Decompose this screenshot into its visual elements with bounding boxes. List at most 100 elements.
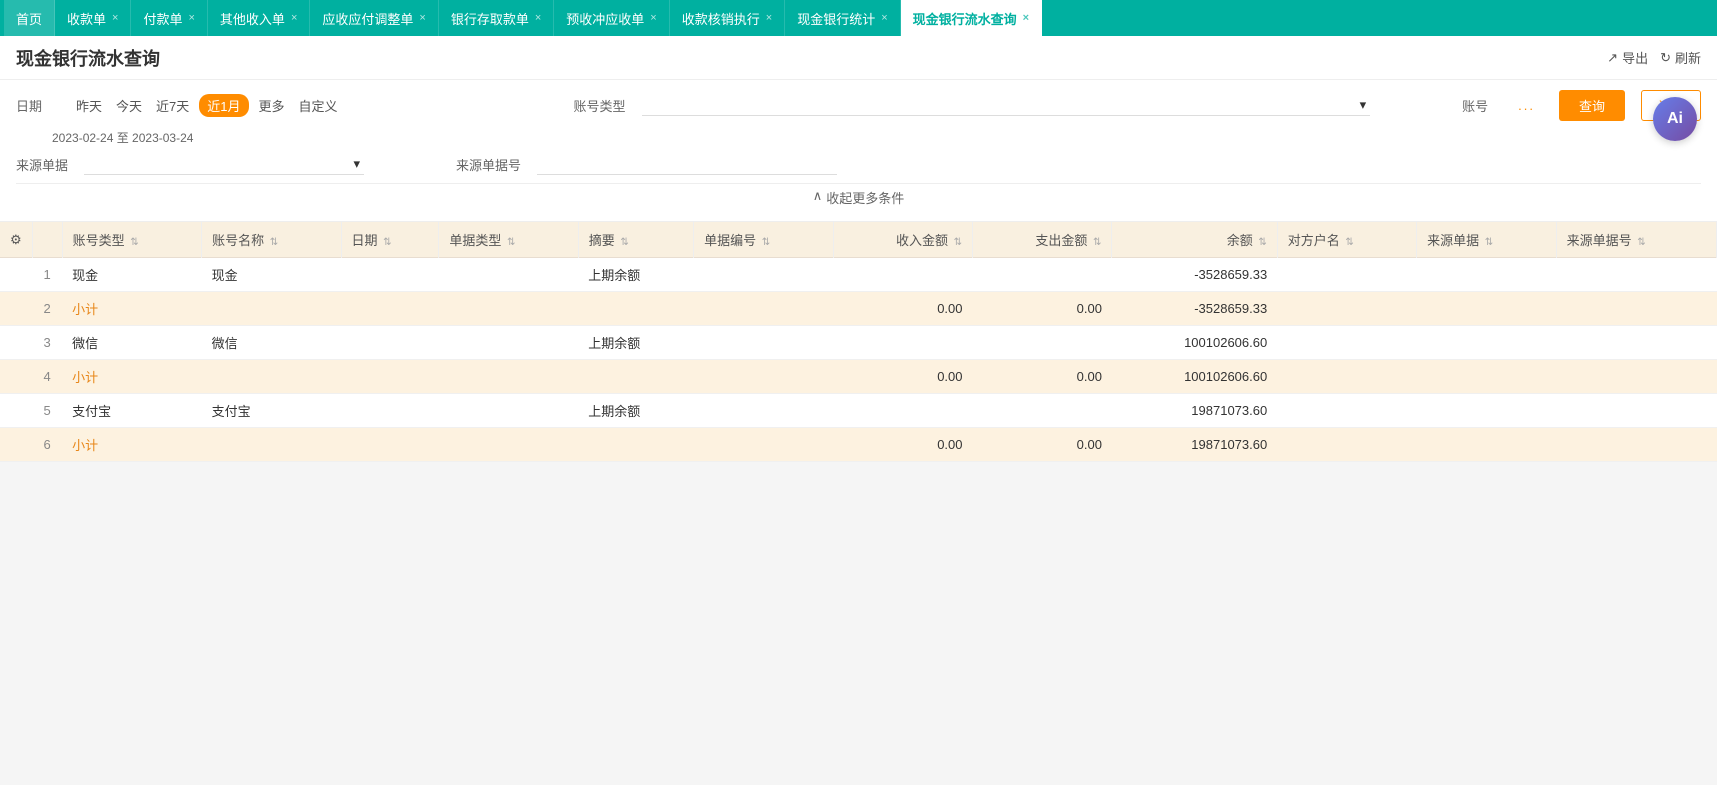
summary-header[interactable]: 摘要 ⇅ xyxy=(578,222,693,258)
date-btn-yesterday[interactable]: 昨天 xyxy=(72,94,106,117)
nav-tab-collection-exec-label: 收款核销执行 xyxy=(682,9,760,28)
nav-tab-cash-bank-flow[interactable]: 现金银行流水查询 × xyxy=(901,0,1042,36)
close-icon[interactable]: × xyxy=(650,12,656,24)
nav-tab-advance-offset-label: 预收冲应收单 xyxy=(566,9,644,28)
account-label: 账号 xyxy=(1462,96,1502,115)
nav-tab-payment-label: 付款单 xyxy=(143,9,182,28)
date-btn-7days[interactable]: 近7天 xyxy=(152,94,193,117)
date-btn-1month[interactable]: 近1月 xyxy=(199,94,248,117)
close-icon[interactable]: × xyxy=(881,12,887,24)
table-row[interactable]: 1现金现金上期余额-3528659.33 xyxy=(0,258,1717,292)
account-dots[interactable]: ... xyxy=(1518,98,1535,113)
source-voucher-num-header[interactable]: 来源单据号 ⇅ xyxy=(1556,222,1716,258)
filter-row-1: 日期 昨天 今天 近7天 近1月 更多 自定义 账号类型 ▾ 账号 ... 查询… xyxy=(16,90,1701,121)
close-icon[interactable]: × xyxy=(112,12,118,24)
refresh-button[interactable]: ↻ 刷新 xyxy=(1660,48,1701,67)
sort-icon: ⇅ xyxy=(1258,237,1266,248)
gear-column-header[interactable]: ⚙ xyxy=(0,222,32,258)
nav-tab-home-label: 首页 xyxy=(16,9,42,28)
close-icon[interactable]: × xyxy=(419,12,425,24)
ai-label: Ai xyxy=(1667,110,1683,128)
account-type-header[interactable]: 账号类型 ⇅ xyxy=(62,222,201,258)
collapse-icon: ∧ xyxy=(813,188,823,207)
account-name-header[interactable]: 账号名称 ⇅ xyxy=(202,222,341,258)
sort-icon: ⇅ xyxy=(954,237,962,248)
table-row[interactable]: 5支付宝支付宝上期余额19871073.60 xyxy=(0,394,1717,428)
close-icon[interactable]: × xyxy=(188,12,194,24)
date-shortcuts: 昨天 今天 近7天 近1月 更多 自定义 xyxy=(72,94,342,117)
table-row[interactable]: 4小计0.000.00100102606.60 xyxy=(0,360,1717,394)
source-voucher-label: 来源单据 xyxy=(16,155,68,174)
sort-icon: ⇅ xyxy=(1485,237,1493,248)
date-label: 日期 xyxy=(16,96,56,115)
export-label: 导出 xyxy=(1622,48,1648,67)
sort-icon: ⇅ xyxy=(762,237,770,248)
nav-tab-home[interactable]: 首页 xyxy=(4,0,55,36)
nav-tab-bank-deposit[interactable]: 银行存取款单 × xyxy=(439,0,554,36)
nav-tab-bank-deposit-label: 银行存取款单 xyxy=(451,9,529,28)
filter-area: 日期 昨天 今天 近7天 近1月 更多 自定义 账号类型 ▾ 账号 ... 查询… xyxy=(0,80,1717,222)
export-button[interactable]: ↗ 导出 xyxy=(1607,48,1648,67)
date-range: 2023-02-24 至 2023-03-24 xyxy=(52,131,193,145)
nav-tab-other-income-label: 其他收入单 xyxy=(220,9,285,28)
nav-tab-other-income[interactable]: 其他收入单 × xyxy=(208,0,310,36)
close-icon[interactable]: × xyxy=(535,12,541,24)
refresh-label: 刷新 xyxy=(1675,48,1701,67)
date-btn-today[interactable]: 今天 xyxy=(112,94,146,117)
close-icon[interactable]: × xyxy=(766,12,772,24)
nav-tab-payment[interactable]: 付款单 × xyxy=(131,0,207,36)
page-title: 现金银行流水查询 xyxy=(16,45,160,71)
table-row[interactable]: 6小计0.000.0019871073.60 xyxy=(0,428,1717,462)
export-icon: ↗ xyxy=(1607,50,1618,66)
date-header[interactable]: 日期 ⇅ xyxy=(341,222,439,258)
counter-party-header[interactable]: 对方户名 ⇅ xyxy=(1277,222,1416,258)
source-voucher-num-input[interactable] xyxy=(537,155,837,175)
nav-tab-receipt-label: 收款单 xyxy=(67,9,106,28)
collapse-row[interactable]: ∧ 收起更多条件 xyxy=(16,183,1701,211)
date-btn-custom[interactable]: 自定义 xyxy=(295,94,342,117)
account-type-label: 账号类型 xyxy=(574,96,626,115)
query-button[interactable]: 查询 xyxy=(1559,90,1625,121)
source-voucher-select[interactable]: ▾ xyxy=(84,154,364,175)
nav-tab-cash-bank-stats-label: 现金银行统计 xyxy=(797,9,875,28)
data-table: ⚙ 账号类型 ⇅ 账号名称 ⇅ 日期 ⇅ 单据类型 ⇅ xyxy=(0,222,1717,462)
sort-icon: ⇅ xyxy=(130,237,138,248)
source-voucher-header[interactable]: 来源单据 ⇅ xyxy=(1417,222,1556,258)
source-voucher-num-label: 来源单据号 xyxy=(456,155,521,174)
sort-icon: ⇅ xyxy=(383,237,391,248)
close-icon[interactable]: × xyxy=(291,12,297,24)
row-num-header xyxy=(32,222,62,258)
sort-icon: ⇅ xyxy=(270,237,278,248)
nav-tab-cash-bank-flow-label: 现金银行流水查询 xyxy=(913,9,1017,28)
sort-icon: ⇅ xyxy=(1093,237,1101,248)
income-header[interactable]: 收入金额 ⇅ xyxy=(833,222,972,258)
table-header-row: ⚙ 账号类型 ⇅ 账号名称 ⇅ 日期 ⇅ 单据类型 ⇅ xyxy=(0,222,1717,258)
top-nav: 首页 收款单 × 付款单 × 其他收入单 × 应收应付调整单 × 银行存取款单 … xyxy=(0,0,1717,36)
refresh-icon: ↻ xyxy=(1660,50,1671,66)
table-row[interactable]: 3微信微信上期余额100102606.60 xyxy=(0,326,1717,360)
account-type-select[interactable]: ▾ xyxy=(642,95,1371,116)
voucher-type-header[interactable]: 单据类型 ⇅ xyxy=(439,222,578,258)
voucher-num-header[interactable]: 单据编号 ⇅ xyxy=(694,222,833,258)
header-actions: ↗ 导出 ↻ 刷新 xyxy=(1607,48,1701,67)
nav-tab-receipt[interactable]: 收款单 × xyxy=(55,0,131,36)
nav-tab-cash-bank-stats[interactable]: 现金银行统计 × xyxy=(785,0,900,36)
filter-row-2: 来源单据 ▾ 来源单据号 xyxy=(16,154,1701,175)
nav-tab-ar-adjustment-label: 应收应付调整单 xyxy=(322,9,413,28)
table-row[interactable]: 2小计0.000.00-3528659.33 xyxy=(0,292,1717,326)
collapse-label: 收起更多条件 xyxy=(826,188,904,207)
balance-header[interactable]: 余额 ⇅ xyxy=(1112,222,1277,258)
date-btn-more[interactable]: 更多 xyxy=(255,94,289,117)
expense-header[interactable]: 支出金额 ⇅ xyxy=(973,222,1112,258)
nav-tab-ar-adjustment[interactable]: 应收应付调整单 × xyxy=(310,0,438,36)
ai-assistant-button[interactable]: Ai xyxy=(1653,97,1697,141)
sort-icon: ⇅ xyxy=(507,237,515,248)
nav-tab-collection-exec[interactable]: 收款核销执行 × xyxy=(670,0,785,36)
table-container: ⚙ 账号类型 ⇅ 账号名称 ⇅ 日期 ⇅ 单据类型 ⇅ xyxy=(0,222,1717,462)
page-header: 现金银行流水查询 ↗ 导出 ↻ 刷新 xyxy=(0,36,1717,80)
sort-icon: ⇅ xyxy=(1637,237,1645,248)
sort-icon: ⇅ xyxy=(620,237,628,248)
close-icon[interactable]: × xyxy=(1023,12,1029,24)
chevron-down-icon-2: ▾ xyxy=(353,156,360,172)
nav-tab-advance-offset[interactable]: 预收冲应收单 × xyxy=(554,0,669,36)
